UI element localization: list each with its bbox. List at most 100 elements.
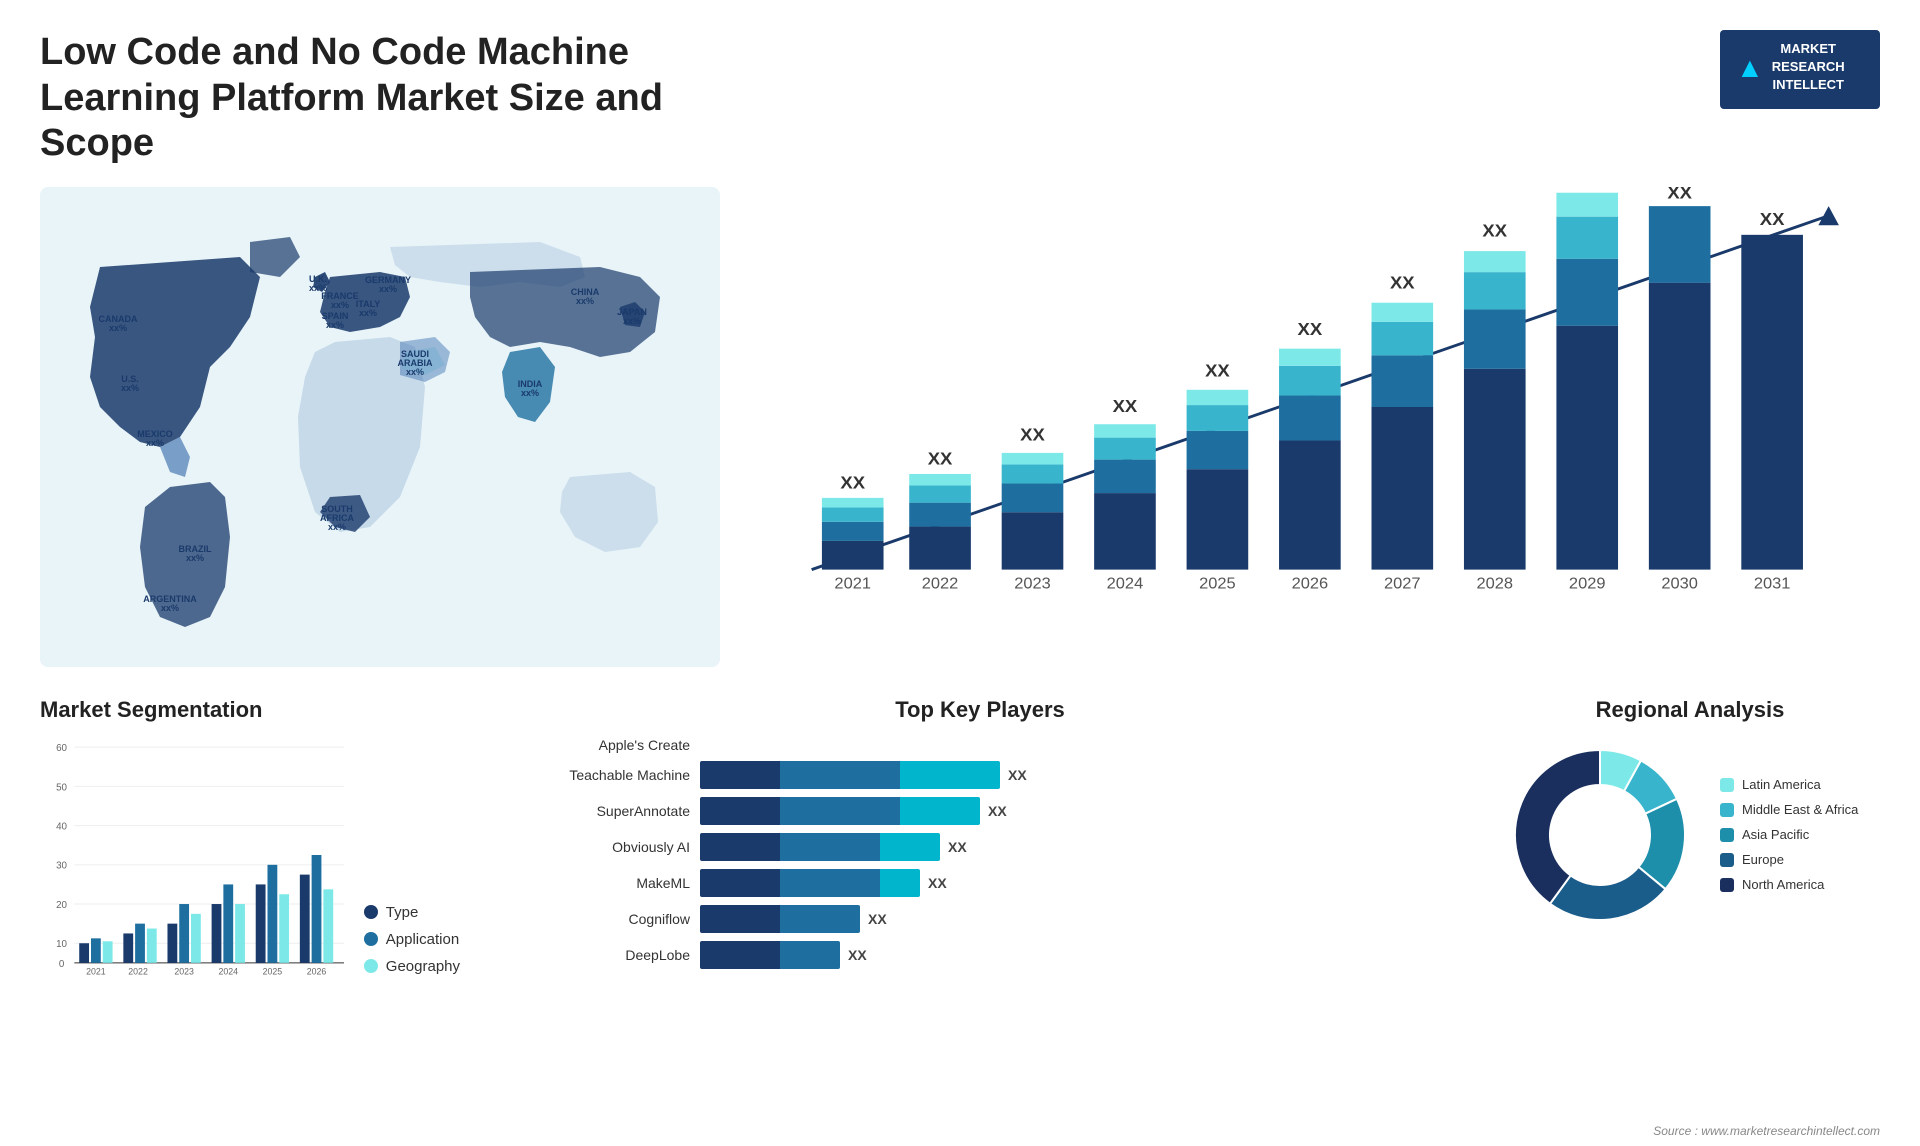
legend-type: Type: [364, 904, 460, 921]
svg-text:0: 0: [59, 959, 65, 970]
bar-chart-svg: XX XX XX XX: [750, 187, 1880, 627]
svg-text:xx%: xx%: [623, 316, 641, 326]
bar-segment-1: [700, 833, 780, 861]
svg-text:2027: 2027: [1384, 576, 1421, 592]
regional-title: Regional Analysis: [1500, 697, 1880, 723]
logo-text: MARKET RESEARCH INTELLECT: [1772, 40, 1845, 95]
svg-text:2028: 2028: [1476, 576, 1513, 592]
legend-dot-type: [364, 905, 378, 919]
player-bar: [700, 761, 1000, 789]
player-value: XX: [928, 875, 947, 891]
svg-text:XX: XX: [1482, 221, 1507, 240]
regional-legend-item: Asia Pacific: [1720, 827, 1858, 842]
logo-line2: RESEARCH: [1772, 58, 1845, 76]
regional-legend-item: North America: [1720, 877, 1858, 892]
player-row: Cogniflow XX: [490, 905, 1470, 933]
player-value: XX: [848, 947, 867, 963]
bar-segment-2: [780, 761, 900, 789]
header: Low Code and No Code Machine Learning Pl…: [40, 30, 1880, 167]
svg-text:2026: 2026: [307, 966, 327, 974]
svg-text:xx%: xx%: [328, 522, 346, 532]
regional-legend-label: Europe: [1742, 852, 1784, 867]
svg-text:60: 60: [56, 743, 67, 754]
segmentation-section: Market Segmentation 60 50 40 30 20 10 0: [40, 697, 460, 1037]
bar-segment-1: [700, 905, 780, 933]
svg-text:2022: 2022: [128, 966, 148, 974]
player-name: Obviously AI: [490, 839, 690, 855]
player-value: XX: [988, 803, 1007, 819]
players-list: Apple's Create Teachable Machine XX SuperAn…: [490, 737, 1470, 969]
player-bar-wrap: XX: [700, 761, 1470, 789]
world-map: CANADA xx% U.S. xx% MEXICO xx% BRAZIL xx…: [40, 187, 720, 667]
svg-text:XX: XX: [1113, 396, 1138, 415]
player-bar: [700, 905, 860, 933]
bar-segment-3: [880, 869, 920, 897]
svg-text:2024: 2024: [1107, 576, 1144, 592]
svg-text:xx%: xx%: [186, 553, 204, 563]
player-bar-wrap: XX: [700, 833, 1470, 861]
legend-label-type: Type: [386, 904, 419, 921]
svg-text:XX: XX: [840, 473, 865, 492]
bar-segment-2: [780, 833, 880, 861]
legend-dot-application: [364, 932, 378, 946]
regional-legend-item: Middle East & Africa: [1720, 802, 1858, 817]
segmentation-title: Market Segmentation: [40, 697, 460, 723]
player-bar: [700, 833, 940, 861]
svg-text:XX: XX: [1390, 273, 1415, 292]
bar-segment-3: [880, 833, 940, 861]
bar-segment-3: [900, 797, 980, 825]
legend-geography: Geography: [364, 958, 460, 975]
seg-chart-area: 60 50 40 30 20 10 0: [40, 735, 460, 975]
regional-legend-label: Middle East & Africa: [1742, 802, 1858, 817]
player-bar-wrap: XX: [700, 941, 1470, 969]
legend-label-application: Application: [386, 931, 459, 948]
donut-segment: [1515, 750, 1600, 904]
donut-chart: [1500, 735, 1700, 935]
svg-text:2024: 2024: [218, 966, 238, 974]
svg-text:XX: XX: [1020, 425, 1045, 444]
map-svg: CANADA xx% U.S. xx% MEXICO xx% BRAZIL xx…: [40, 187, 720, 667]
player-bar: [700, 941, 840, 969]
svg-text:xx%: xx%: [359, 308, 377, 318]
top-section: CANADA xx% U.S. xx% MEXICO xx% BRAZIL xx…: [40, 187, 1880, 667]
bar-segment-2: [780, 905, 860, 933]
regional-legend: Latin AmericaMiddle East & AfricaAsia Pa…: [1720, 777, 1858, 892]
svg-text:2025: 2025: [263, 966, 283, 974]
player-name: SuperAnnotate: [490, 803, 690, 819]
svg-text:2031: 2031: [1754, 576, 1791, 592]
svg-text:2023: 2023: [174, 966, 194, 974]
bar-segment-1: [700, 869, 780, 897]
svg-text:xx%: xx%: [161, 603, 179, 613]
bottom-section: Market Segmentation 60 50 40 30 20 10 0: [40, 697, 1880, 1037]
bar-segment-1: [700, 797, 780, 825]
svg-text:xx%: xx%: [146, 438, 164, 448]
player-bar: [700, 869, 920, 897]
svg-text:2025: 2025: [1199, 576, 1236, 592]
regional-legend-label: North America: [1742, 877, 1824, 892]
svg-text:xx%: xx%: [326, 320, 344, 330]
player-name: Teachable Machine: [490, 767, 690, 783]
regional-legend-dot: [1720, 828, 1734, 842]
logo-icon: ▲ MARKET RESEARCH INTELLECT: [1736, 40, 1864, 95]
svg-text:30: 30: [56, 861, 67, 872]
svg-text:xx%: xx%: [521, 388, 539, 398]
player-name: Cogniflow: [490, 911, 690, 927]
svg-text:2022: 2022: [922, 576, 959, 592]
svg-text:XX: XX: [1575, 187, 1600, 191]
player-name: Apple's Create: [490, 737, 690, 753]
svg-text:XX: XX: [1760, 210, 1785, 229]
player-row: Apple's Create: [490, 737, 1470, 753]
player-bar-wrap: XX: [700, 797, 1470, 825]
players-title: Top Key Players: [490, 697, 1470, 723]
regional-legend-dot: [1720, 853, 1734, 867]
player-bar: [700, 797, 980, 825]
bar-segment-2: [780, 869, 880, 897]
source-text: Source : www.marketresearchintellect.com: [1653, 1124, 1880, 1138]
svg-text:xx%: xx%: [109, 323, 127, 333]
bar-segment-1: [700, 941, 780, 969]
svg-text:XX: XX: [1205, 361, 1230, 380]
player-bar-wrap: XX: [700, 905, 1470, 933]
svg-text:XX: XX: [928, 449, 953, 468]
svg-text:2026: 2026: [1292, 576, 1329, 592]
svg-text:20: 20: [56, 900, 67, 911]
